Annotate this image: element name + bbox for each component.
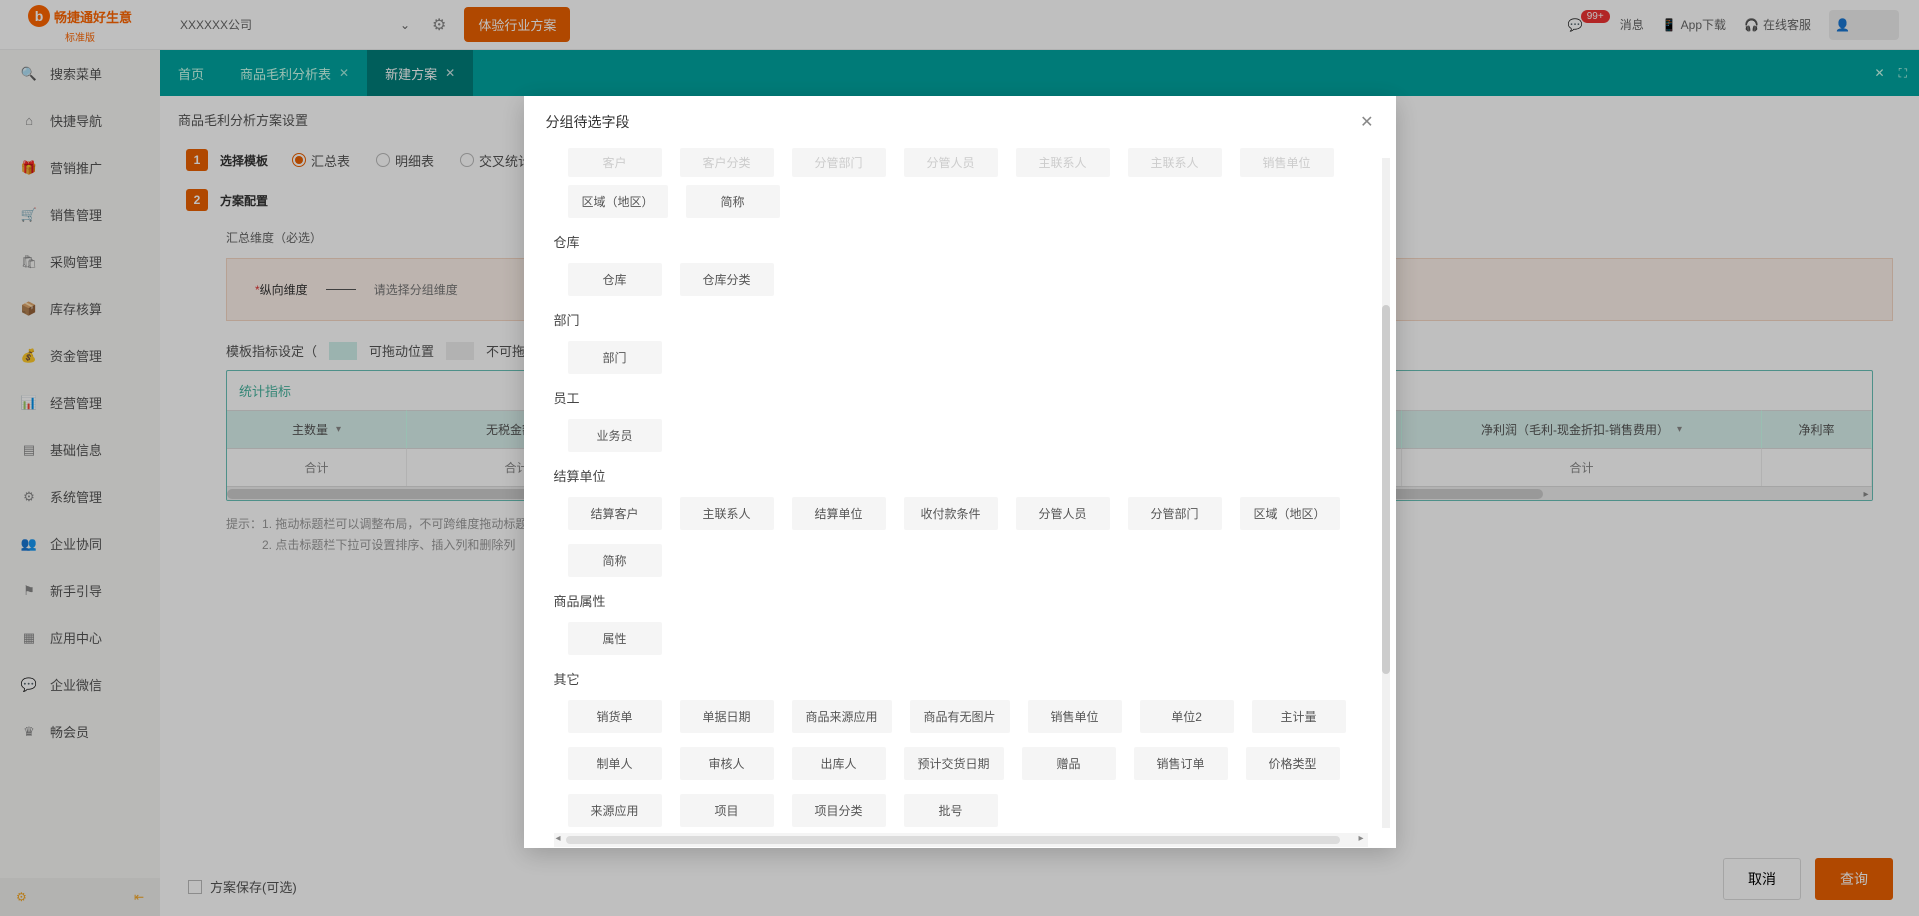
field-tag[interactable]: 单据日期 [680,700,774,733]
field-tag[interactable]: 销售单位 [1028,700,1122,733]
vscroll-thumb[interactable] [1382,305,1390,674]
field-tag[interactable]: 主联系人 [680,497,774,530]
field-group: 部门部门 [554,310,1368,374]
field-tag[interactable]: 主计量 [1252,700,1346,733]
field-group: 商品属性属性 [554,591,1368,655]
field-group-title: 仓库 [554,232,1368,251]
field-tag[interactable]: 来源应用 [568,794,662,827]
modal-title: 分组待选字段 [546,112,630,132]
field-group-title: 商品属性 [554,591,1368,610]
field-tag[interactable]: 收付款条件 [904,497,998,530]
field-group-title: 结算单位 [554,466,1368,485]
field-tag[interactable]: 出库人 [792,747,886,780]
field-tag[interactable]: 分管人员 [1016,497,1110,530]
hscroll-thumb[interactable] [566,836,1340,844]
field-group-title: 其它 [554,669,1368,688]
modal-close-icon[interactable]: ✕ [1360,112,1373,132]
field-tag[interactable]: 商品有无图片 [910,700,1010,733]
field-tag[interactable]: 审核人 [680,747,774,780]
field-group: 其它销货单单据日期商品来源应用商品有无图片销售单位单位2 主计量制单人审核人出库人… [554,669,1368,827]
field-tag[interactable]: 仓库分类 [680,263,774,296]
field-tag[interactable]: 属性 [568,622,662,655]
field-tag[interactable]: 销售订单 [1134,747,1228,780]
field-tag[interactable]: 分管部门 [1128,497,1222,530]
modal-peek-row: 客户 客户分类 分管部门 分管人员 主联系人 主联系人 销售单位 [554,148,1368,185]
peek-tag[interactable]: 主联系人 [1016,148,1110,177]
peek-tag[interactable]: 主联系人 [1128,148,1222,177]
field-tag[interactable]: 项目 [680,794,774,827]
field-tag[interactable]: 结算单位 [792,497,886,530]
modal-vscrollbar[interactable] [1382,158,1390,828]
field-tag[interactable]: 区域（地区） [568,185,668,218]
field-tag[interactable]: 销货单 [568,700,662,733]
field-tag-list: 部门 [554,341,1368,374]
field-tag[interactable]: 结算客户 [568,497,662,530]
field-group-title: 员工 [554,388,1368,407]
field-tag[interactable]: 仓库 [568,263,662,296]
field-tag-list: 销货单单据日期商品来源应用商品有无图片销售单位单位2 主计量制单人审核人出库人预计… [554,700,1368,827]
field-tag[interactable]: 单位2 [1140,700,1234,733]
field-tag[interactable]: 预计交货日期 [904,747,1004,780]
field-tag[interactable]: 制单人 [568,747,662,780]
modal-hscrollbar[interactable]: ◂ ▸ [554,833,1368,847]
field-tag-list: 业务员 [554,419,1368,452]
scroll-left-icon[interactable]: ◂ [556,833,561,844]
field-tag[interactable]: 简称 [686,185,780,218]
field-tag-list: 仓库仓库分类 [554,263,1368,296]
field-group: 仓库仓库仓库分类 [554,232,1368,296]
peek-tag[interactable]: 客户分类 [680,148,774,177]
field-tag[interactable]: 业务员 [568,419,662,452]
field-tag[interactable]: 区域（地区） [1240,497,1340,530]
field-group: 员工业务员 [554,388,1368,452]
field-tag[interactable]: 价格类型 [1246,747,1340,780]
scroll-right-icon[interactable]: ▸ [1358,833,1363,844]
field-tag-list: 属性 [554,622,1368,655]
modal-row2-tags: 区域（地区） 简称 [554,185,1368,218]
field-tag[interactable]: 部门 [568,341,662,374]
field-tag-list: 结算客户主联系人结算单位收付款条件分管人员分管部门区域（地区） 简称 [554,497,1368,577]
peek-tag[interactable]: 分管部门 [792,148,886,177]
modal-body: 客户 客户分类 分管部门 分管人员 主联系人 主联系人 销售单位 区域（地区） … [524,148,1396,848]
field-tag[interactable]: 赠品 [1022,747,1116,780]
modal-header: 分组待选字段 ✕ [524,96,1396,148]
peek-tag[interactable]: 客户 [568,148,662,177]
field-tag[interactable]: 简称 [568,544,662,577]
peek-tag[interactable]: 销售单位 [1240,148,1334,177]
field-tag[interactable]: 批号 [904,794,998,827]
field-tag[interactable]: 项目分类 [792,794,886,827]
peek-tag[interactable]: 分管人员 [904,148,998,177]
group-fields-modal: 分组待选字段 ✕ 客户 客户分类 分管部门 分管人员 主联系人 主联系人 销售单… [524,96,1396,848]
field-group-title: 部门 [554,310,1368,329]
field-tag[interactable]: 商品来源应用 [792,700,892,733]
field-group: 结算单位结算客户主联系人结算单位收付款条件分管人员分管部门区域（地区）简称 [554,466,1368,577]
